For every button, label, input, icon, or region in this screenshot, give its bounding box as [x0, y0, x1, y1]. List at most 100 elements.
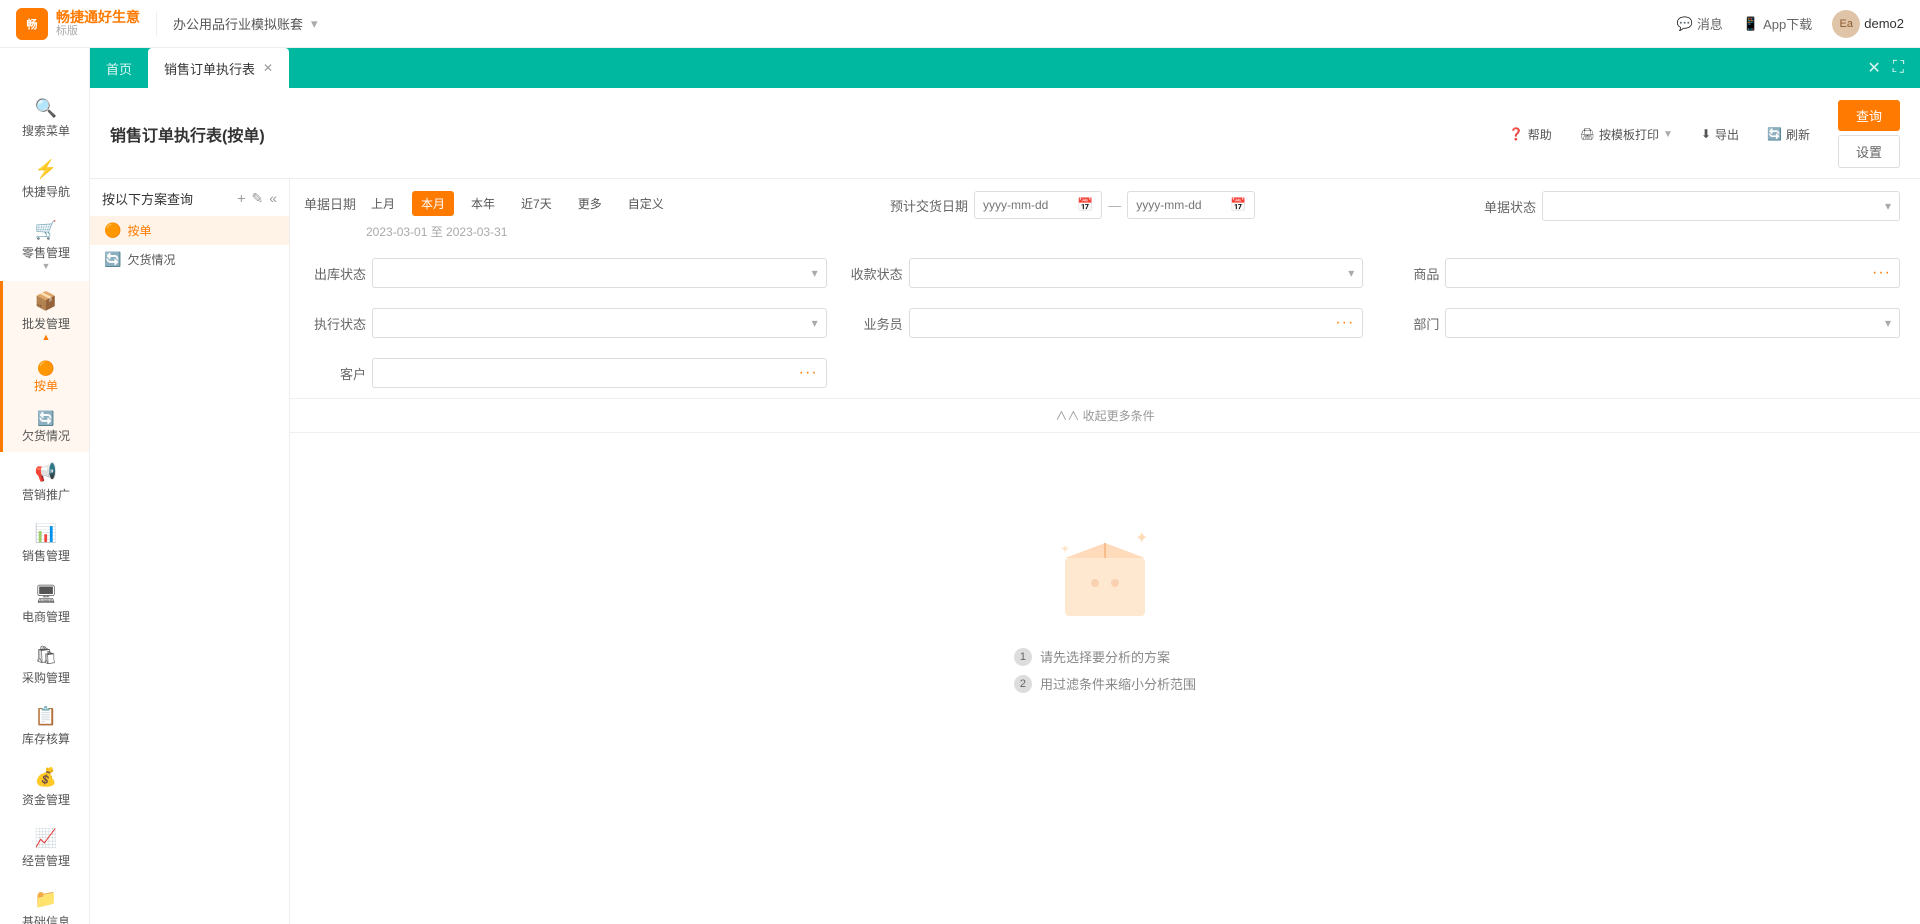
tab-sales-order[interactable]: 销售订单执行表 ✕ [148, 48, 289, 88]
sales-icon: 📊 [35, 523, 57, 544]
collapse-more-btn[interactable]: ∧∧ 收起更多条件 [290, 398, 1920, 432]
salesman-dots[interactable]: ··· [1335, 314, 1354, 332]
filter-row-2: 出库状态 ▾ 收款状态 ▾ [290, 248, 1920, 298]
date-more[interactable]: 更多 [569, 191, 611, 216]
salesman-item: 业务员 ··· [847, 308, 1364, 338]
scheme-owe[interactable]: 🔄 欠货情况 [90, 245, 289, 274]
app-name: 畅捷通好生意 [56, 9, 140, 26]
message-btn[interactable]: 💬 消息 [1677, 14, 1723, 33]
tab-close-window-icon[interactable]: ✕ [1867, 58, 1880, 78]
collapse-up-icon: ∧∧ [1055, 409, 1079, 423]
filter-section: 单据日期 上月 本月 本年 近7天 更多 自定义 [290, 179, 1920, 433]
exec-status-item: 执行状态 ▾ [310, 308, 827, 338]
sidebar-item-operations[interactable]: 📈 经营管理 [0, 818, 89, 879]
help-icon: ❓ [1509, 127, 1524, 141]
exec-status-arrow: ▾ [812, 316, 818, 330]
pay-status-control[interactable]: ▾ [909, 258, 1364, 288]
salesman-label: 业务员 [847, 314, 903, 333]
scheme-collapse-icon[interactable]: « [269, 190, 277, 207]
user-menu[interactable]: Ea demo2 [1832, 10, 1904, 38]
content-area: 按以下方案查询 + ✎ « 🟠 按单 🔄 欠货情况 [90, 179, 1920, 924]
app-subtitle: 标版 [56, 25, 140, 38]
goods-control[interactable]: ··· [1445, 258, 1900, 288]
order-status-control[interactable]: ▾ [1542, 191, 1900, 221]
owe-icon: 🔄 [37, 410, 54, 427]
date-last-month[interactable]: 上月 [362, 191, 404, 216]
print-icon: 🖨 [1580, 127, 1595, 141]
template-print-btn[interactable]: 🖨 按模板打印 ▼ [1572, 122, 1681, 147]
scheme-order[interactable]: 🟠 按单 [90, 216, 289, 245]
nav-tabs-actions: ✕ ⛶ [1867, 58, 1920, 78]
refresh-btn[interactable]: 🔄 刷新 [1759, 122, 1818, 147]
sidebar-item-marketing[interactable]: 📢 营销推广 [0, 452, 89, 513]
ecommerce-icon: 🖥 [35, 584, 58, 605]
main-content: 销售订单执行表(按单) ❓ 帮助 🖨 按模板打印 ▼ ⬇ 导出 [90, 88, 1920, 924]
date-this-year[interactable]: 本年 [462, 191, 504, 216]
print-arrow: ▼ [1663, 129, 1673, 140]
divider [156, 12, 157, 36]
exec-status-control[interactable]: ▾ [372, 308, 827, 338]
date-filter-buttons: 上月 本月 本年 近7天 更多 自定义 [362, 191, 673, 216]
sidebar-item-sales[interactable]: 📊 销售管理 [0, 513, 89, 574]
dept-control[interactable]: ▾ [1445, 308, 1900, 338]
hint-item-1: 1 请先选择要分析的方案 [1014, 647, 1170, 666]
customer-dots[interactable]: ··· [799, 364, 818, 382]
filter-row-4: 客户 ··· [290, 348, 1920, 398]
tab-expand-icon[interactable]: ⛶ [1893, 59, 1904, 77]
sidebar-sub-owe[interactable]: 🔄 欠货情况 [3, 402, 89, 452]
app-download-btn[interactable]: 📱 App下载 [1743, 14, 1812, 33]
top-header: 畅 畅捷通好生意 标版 办公用品行业模拟账套 ▾ 💬 消息 📱 App下载 Ea… [0, 0, 1920, 48]
expected-date-from-input[interactable] [983, 198, 1073, 212]
sidebar-item-quicknav[interactable]: ⚡ 快捷导航 [0, 149, 89, 210]
sidebar-item-retail[interactable]: 🛒 零售管理 ▼ [0, 210, 89, 281]
tab-close-icon[interactable]: ✕ [263, 61, 273, 75]
date-last7[interactable]: 近7天 [512, 191, 561, 216]
expected-date-label: 预计交货日期 [890, 196, 968, 215]
hint-text-1: 请先选择要分析的方案 [1040, 647, 1170, 666]
title-dropdown[interactable]: ▾ [311, 16, 318, 32]
sidebar-item-wholesale[interactable]: 📦 批发管理 ▲ [3, 281, 89, 352]
sidebar-item-purchase[interactable]: 🛍 采购管理 [0, 635, 89, 696]
app-logo: 畅 [16, 8, 48, 40]
hint-text-2: 用过滤条件来缩小分析范围 [1040, 674, 1196, 693]
filter-row-3: 执行状态 ▾ 业务员 ··· [290, 298, 1920, 348]
out-status-label: 出库状态 [310, 264, 366, 283]
avatar: Ea [1832, 10, 1860, 38]
sidebar-item-inventory[interactable]: 📋 库存核算 [0, 696, 89, 757]
date-this-month[interactable]: 本月 [412, 191, 454, 216]
page-header: 销售订单执行表(按单) ❓ 帮助 🖨 按模板打印 ▼ ⬇ 导出 [90, 88, 1920, 179]
salesman-control[interactable]: ··· [909, 308, 1364, 338]
expected-date-to-input[interactable] [1136, 198, 1226, 212]
tab-home[interactable]: 首页 [90, 48, 148, 88]
scheme-edit-icon[interactable]: ✎ [251, 190, 263, 207]
wholesale-arrow: ▲ [42, 332, 51, 342]
sidebar-item-search[interactable]: 🔍 搜索菜单 [0, 88, 89, 149]
wholesale-icon: 📦 [35, 291, 57, 312]
sidebar-item-basic[interactable]: 📁 基础信息 [0, 879, 89, 924]
export-icon: ⬇ [1701, 127, 1711, 141]
expected-date-to[interactable]: 📅 [1127, 191, 1255, 219]
expected-date-from[interactable]: 📅 [974, 191, 1102, 219]
query-button[interactable]: 查询 [1838, 100, 1900, 131]
out-status-control[interactable]: ▾ [372, 258, 827, 288]
setting-button[interactable]: 设置 [1838, 135, 1900, 168]
basic-icon: 📁 [35, 889, 57, 910]
sidebar-sub-order[interactable]: 🟠 按单 [3, 352, 89, 402]
empty-illustration: ✦ ✦ [1045, 513, 1165, 623]
header-left: 畅 畅捷通好生意 标版 办公用品行业模拟账套 ▾ [16, 8, 318, 40]
export-btn[interactable]: ⬇ 导出 [1693, 122, 1747, 147]
message-icon: 💬 [1677, 16, 1693, 32]
goods-dots[interactable]: ··· [1872, 264, 1891, 282]
search-icon: 🔍 [35, 98, 57, 119]
order-status-arrow: ▾ [1885, 199, 1891, 213]
help-btn[interactable]: ❓ 帮助 [1501, 122, 1560, 147]
inventory-icon: 📋 [35, 706, 57, 727]
customer-control[interactable]: ··· [372, 358, 827, 388]
dept-label: 部门 [1383, 314, 1439, 333]
app-layout: 🔍 搜索菜单 ⚡ 快捷导航 🛒 零售管理 ▼ 📦 批发管理 ▲ 🟠 按单 🔄 [0, 0, 1920, 924]
scheme-add-icon[interactable]: + [237, 190, 245, 207]
sidebar-item-finance[interactable]: 💰 资金管理 [0, 757, 89, 818]
sidebar-item-ecommerce[interactable]: 🖥 电商管理 [0, 574, 89, 635]
exec-status-label: 执行状态 [310, 314, 366, 333]
date-custom[interactable]: 自定义 [619, 191, 673, 216]
